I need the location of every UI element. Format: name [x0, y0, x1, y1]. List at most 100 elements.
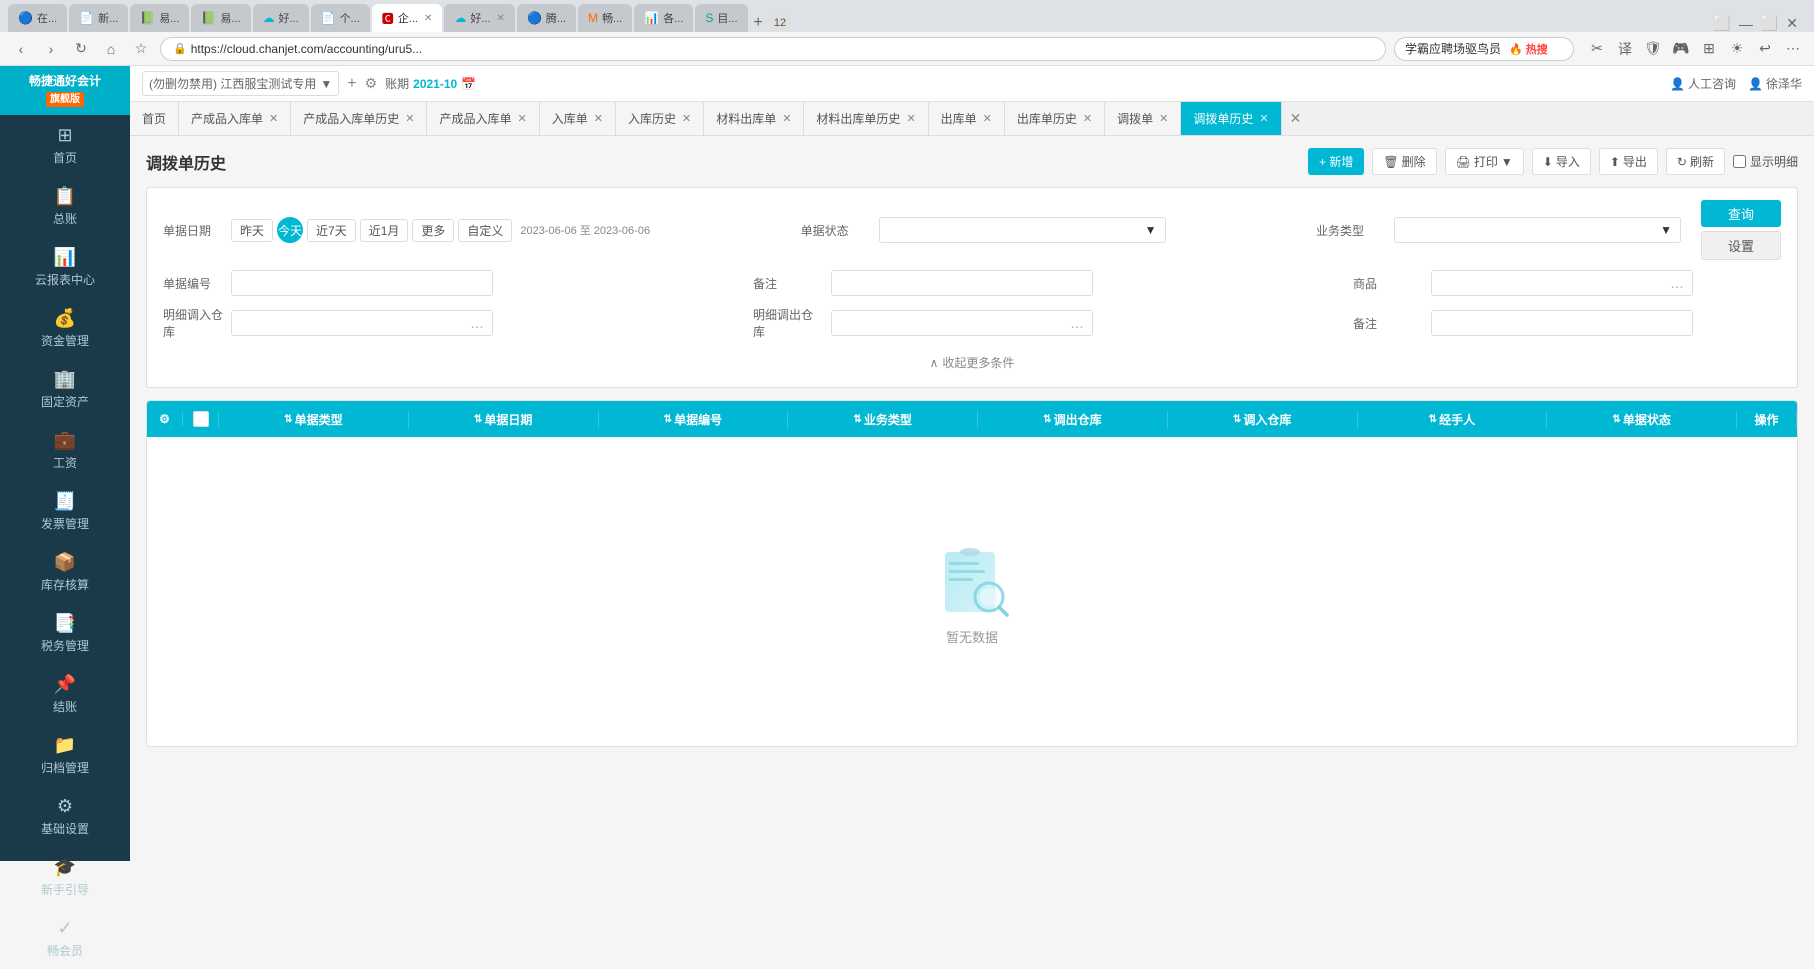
app-tab-products-in2[interactable]: 产成品入库单 ✕ — [427, 102, 539, 136]
sidebar-item-invoice[interactable]: 🧾 发票管理 — [0, 481, 130, 542]
browser-tab-1[interactable]: 🔵 在... — [8, 4, 67, 32]
th-status[interactable]: ⇅ 单据状态 — [1547, 411, 1737, 428]
browser-tool-1[interactable]: ✂ — [1586, 38, 1608, 60]
tab-icon-restore[interactable]: ⬜ — [1713, 15, 1730, 32]
dots-icon[interactable]: … — [1670, 275, 1684, 291]
th-handler[interactable]: ⇅ 经手人 — [1358, 411, 1548, 428]
app-tab-transfer-history[interactable]: 调拨单历史 ✕ — [1181, 102, 1281, 136]
user-btn[interactable]: 👤 徐泽华 — [1748, 75, 1802, 92]
sidebar-item-inventory[interactable]: 📦 库存核算 — [0, 542, 130, 603]
browser-tab-7[interactable]: 🅲 企... ✕ — [372, 4, 443, 32]
biztype-select[interactable]: ▼ — [1394, 217, 1681, 243]
browser-tab-4[interactable]: 📗 易... — [191, 4, 250, 32]
date-btn-today[interactable]: 今天 — [277, 217, 303, 243]
date-btn-custom[interactable]: 自定义 — [458, 219, 512, 242]
status-select[interactable]: ▼ — [879, 217, 1166, 243]
goods-input[interactable]: … — [1431, 270, 1693, 296]
sidebar-item-capital[interactable]: 💰 资金管理 — [0, 298, 130, 359]
app-tab-outstock[interactable]: 出库单 ✕ — [929, 102, 1005, 136]
service-btn[interactable]: 👤 人工咨询 — [1670, 75, 1736, 92]
date-btn-more[interactable]: 更多 — [412, 219, 454, 242]
delete-btn[interactable]: 🗑 删除 — [1372, 148, 1436, 175]
select-all-checkbox[interactable] — [193, 411, 209, 427]
browser-tab-8[interactable]: ☁ 好... ✕ — [444, 4, 515, 32]
sidebar-item-home[interactable]: ⊞ 首页 — [0, 115, 130, 176]
tab-close-1[interactable]: ✕ — [269, 112, 278, 125]
remark-input[interactable] — [831, 270, 1093, 296]
tab-close-11[interactable]: ✕ — [1259, 112, 1268, 125]
note-input[interactable] — [1431, 310, 1693, 336]
app-tab-products-in-history[interactable]: 产成品入库单历史 ✕ — [291, 102, 427, 136]
th-in-warehouse[interactable]: ⇅ 调入仓库 — [1168, 411, 1358, 428]
app-tab-material-out-history[interactable]: 材料出库单历史 ✕ — [804, 102, 928, 136]
browser-tab-10[interactable]: M 畅... — [578, 4, 632, 32]
sidebar-item-closing[interactable]: 📌 结账 — [0, 664, 130, 725]
browser-tool-5[interactable]: ⊞ — [1698, 38, 1720, 60]
browser-tool-3[interactable]: 🛡 — [1642, 38, 1664, 60]
print-btn[interactable]: 🖨 打印 ▼ — [1445, 148, 1524, 175]
browser-tab-11[interactable]: 📊 各... — [634, 4, 693, 32]
dots-icon-2[interactable]: … — [470, 315, 484, 331]
tab-close-2[interactable]: ✕ — [405, 112, 414, 125]
add-company-btn[interactable]: + — [347, 75, 356, 93]
th-checkbox[interactable] — [183, 411, 219, 427]
sidebar-item-assets[interactable]: 🏢 固定资产 — [0, 359, 130, 420]
export-btn[interactable]: ⬆ 导出 — [1599, 148, 1658, 175]
browser-tab-9[interactable]: 🔵 腾... — [517, 4, 576, 32]
th-biztype[interactable]: ⇅ 业务类型 — [788, 411, 978, 428]
app-tab-material-out[interactable]: 材料出库单 ✕ — [704, 102, 804, 136]
tab-close-8[interactable]: ✕ — [983, 112, 992, 125]
calendar-icon[interactable]: 📅 — [461, 77, 476, 91]
browser-tab-2[interactable]: 📄 新... — [69, 4, 128, 32]
browser-tool-6[interactable]: ☀ — [1726, 38, 1748, 60]
date-btn-1month[interactable]: 近1月 — [360, 219, 409, 242]
th-type[interactable]: ⇅ 单据类型 — [219, 411, 409, 428]
settings-filter-btn[interactable]: 设置 — [1701, 231, 1781, 260]
dots-icon-3[interactable]: … — [1070, 315, 1084, 331]
app-tab-outstock-history[interactable]: 出库单历史 ✕ — [1005, 102, 1105, 136]
collapse-btn[interactable]: ∧ 收起更多条件 — [926, 350, 1019, 375]
close-all-tabs-btn[interactable]: ✕ — [1282, 110, 1310, 127]
new-tab-btn[interactable]: + — [754, 14, 763, 32]
sidebar-item-tax[interactable]: 📑 税务管理 — [0, 603, 130, 664]
sidebar-item-ledger[interactable]: 📋 总账 — [0, 176, 130, 237]
tab-icon-maximize[interactable]: ⬜ — [1761, 15, 1778, 32]
address-input[interactable]: 🔒 https://cloud.chanjet.com/accounting/u… — [160, 37, 1386, 61]
browser-tool-8[interactable]: ⋯ — [1782, 38, 1804, 60]
tab-icon-close[interactable]: ✕ — [1786, 15, 1798, 32]
docno-input[interactable] — [231, 270, 493, 296]
warehouse-out-input[interactable]: … — [831, 310, 1093, 336]
sidebar-item-settings[interactable]: ⚙ 基础设置 — [0, 786, 130, 847]
back-btn[interactable]: ‹ — [10, 38, 32, 60]
th-docno[interactable]: ⇅ 单据编号 — [599, 411, 789, 428]
refresh-browser-btn[interactable]: ↻ — [70, 38, 92, 60]
warehouse-in-input[interactable]: … — [231, 310, 493, 336]
bookmark-btn[interactable]: ☆ — [130, 38, 152, 60]
new-btn[interactable]: + 新增 — [1308, 148, 1364, 175]
app-tab-instock[interactable]: 入库单 ✕ — [540, 102, 616, 136]
display-toggle[interactable]: 显示明细 — [1733, 153, 1798, 170]
browser-tool-7[interactable]: ↩ — [1754, 38, 1776, 60]
display-checkbox[interactable] — [1733, 155, 1746, 168]
th-out-warehouse[interactable]: ⇅ 调出仓库 — [978, 411, 1168, 428]
home-btn[interactable]: ⌂ — [100, 38, 122, 60]
sidebar-item-archive[interactable]: 📁 归档管理 — [0, 725, 130, 786]
gear-btn[interactable]: ⚙ — [365, 75, 378, 92]
tab-close-7[interactable]: ✕ — [906, 112, 915, 125]
tab-icon-minimize[interactable]: — — [1739, 16, 1753, 32]
import-btn[interactable]: ⬇ 导入 — [1532, 148, 1591, 175]
app-tab-products-in[interactable]: 产成品入库单 ✕ — [179, 102, 291, 136]
tab-close-10[interactable]: ✕ — [1159, 112, 1168, 125]
app-tab-home[interactable]: 首页 — [130, 102, 179, 136]
app-tab-transfer[interactable]: 调拨单 ✕ — [1105, 102, 1181, 136]
browser-tab-6[interactable]: 📄 个... — [311, 4, 370, 32]
sidebar-item-payroll[interactable]: 💼 工资 — [0, 420, 130, 481]
browser-tab-3[interactable]: 📗 易... — [130, 4, 189, 32]
th-settings[interactable]: ⚙ — [147, 412, 183, 426]
tab-close-5[interactable]: ✕ — [682, 112, 691, 125]
sidebar-item-guide[interactable]: 🎓 新手引导 — [0, 847, 130, 908]
refresh-btn[interactable]: ↻ 刷新 — [1666, 148, 1725, 175]
tab-close-3[interactable]: ✕ — [518, 112, 527, 125]
company-selector[interactable]: (勿删勿禁用) 江西服宝测试专用 ▼ — [142, 71, 339, 96]
query-btn[interactable]: 查询 — [1701, 200, 1781, 227]
